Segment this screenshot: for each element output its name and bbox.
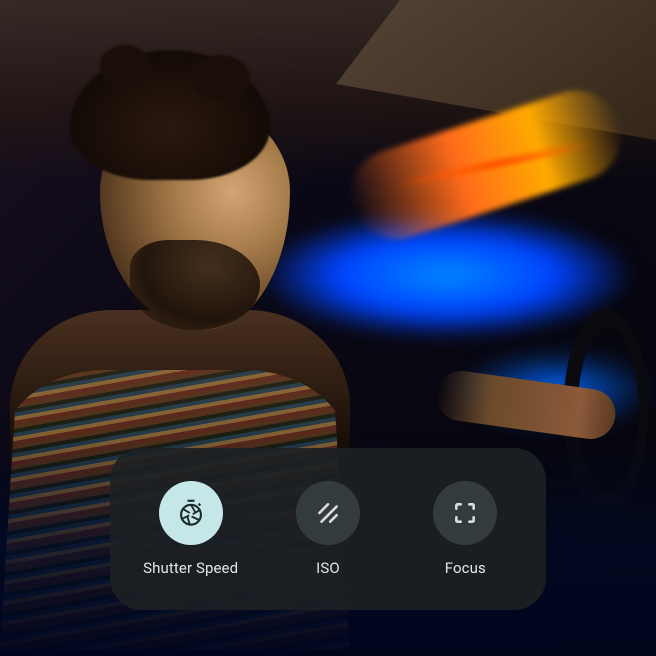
camera-controls-panel: Shutter Speed ISO	[110, 448, 546, 610]
focus-button[interactable]: Focus	[400, 481, 530, 577]
shutter-speed-button[interactable]: Shutter Speed	[126, 481, 256, 577]
shutter-speed-label: Shutter Speed	[143, 559, 238, 577]
focus-brackets-icon	[452, 500, 478, 526]
diagonal-lines-icon	[315, 500, 341, 526]
aperture-timer-icon	[177, 499, 205, 527]
iso-icon-bg	[296, 481, 360, 545]
iso-button[interactable]: ISO	[263, 481, 393, 577]
focus-icon-bg	[433, 481, 497, 545]
iso-label: ISO	[316, 559, 340, 577]
focus-label: Focus	[445, 559, 486, 577]
shutter-speed-icon-bg	[159, 481, 223, 545]
